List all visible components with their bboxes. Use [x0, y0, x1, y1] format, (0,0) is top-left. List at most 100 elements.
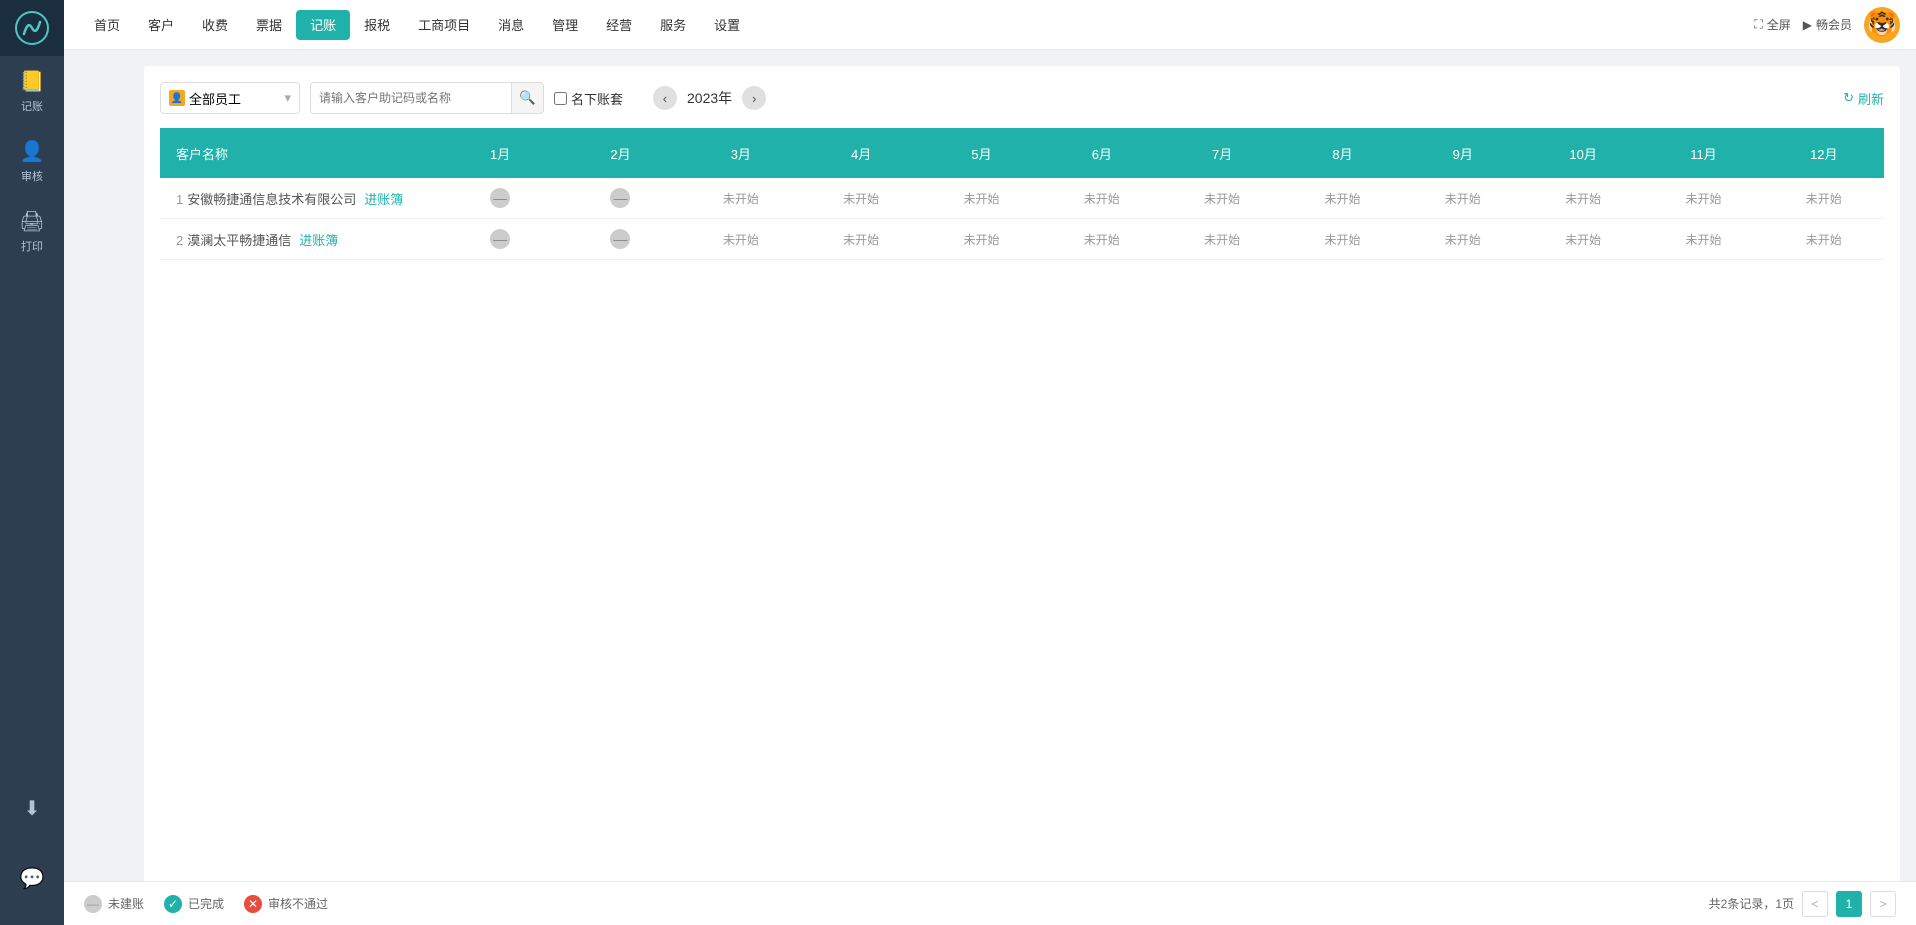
month-cell-10: 未开始	[1523, 219, 1643, 260]
enter-ledger-link[interactable]: 进账簿	[364, 192, 403, 207]
month-cell-7: 未开始	[1162, 219, 1282, 260]
content-card: 👤 全部员工 ▾ 🔍 名下账套 ‹ 2023年 › ↻	[144, 66, 1900, 891]
accounts-table: 客户名称 1月 2月 3月 4月 5月 6月 7月 8月 9月 10月 11月 …	[160, 128, 1884, 260]
col-feb: 2月	[560, 128, 680, 178]
prev-year-button[interactable]: ‹	[653, 86, 677, 110]
sidebar-item-download[interactable]: ⬇	[0, 773, 64, 843]
nav-business[interactable]: 工商项目	[404, 0, 484, 50]
vip-label: 畅会员	[1816, 16, 1852, 33]
current-year: 2023年	[687, 88, 732, 108]
sidebar-item-audit[interactable]: 👤 审核	[0, 126, 64, 196]
status-not-started: 未开始	[1685, 233, 1721, 247]
sidebar-item-bookkeeping[interactable]: 📒 记账	[0, 56, 64, 126]
refresh-icon: ↻	[1843, 90, 1854, 106]
year-navigation: ‹ 2023年 ›	[653, 86, 766, 110]
mine-label: 名下账套	[571, 89, 623, 108]
pagination-total: 共2条记录，1页	[1709, 895, 1794, 912]
nav-customer[interactable]: 客户	[134, 0, 188, 50]
page-1-button[interactable]: 1	[1836, 891, 1862, 917]
table-header-row: 客户名称 1月 2月 3月 4月 5月 6月 7月 8月 9月 10月 11月 …	[160, 128, 1884, 178]
col-jan: 1月	[440, 128, 560, 178]
fullscreen-icon: ⛶	[1754, 17, 1762, 32]
status-not-started: 未开始	[1084, 233, 1120, 247]
next-page-button[interactable]: >	[1870, 891, 1896, 917]
mine-checkbox[interactable]	[554, 92, 567, 105]
month-cell-11: 未开始	[1643, 178, 1763, 219]
vip-button[interactable]: ▶ 畅会员	[1803, 16, 1852, 33]
status-not-started: 未开始	[1565, 192, 1601, 206]
legend-not-built-label: 未建账	[108, 895, 144, 912]
nav-settings[interactable]: 设置	[700, 0, 754, 50]
col-may: 5月	[921, 128, 1041, 178]
legend-rejected-label: 审核不通过	[268, 895, 328, 912]
legend-dot-red: ✕	[244, 895, 262, 913]
fullscreen-button[interactable]: ⛶ 全屏	[1754, 16, 1790, 33]
search-field[interactable]: 🔍	[310, 82, 544, 114]
enter-ledger-link[interactable]: 进账簿	[299, 233, 338, 248]
legend-completed-label: 已完成	[188, 895, 224, 912]
current-month-highlight: 2月	[605, 138, 635, 168]
nav-home[interactable]: 首页	[80, 0, 134, 50]
month-cell-8: 未开始	[1282, 178, 1402, 219]
month-cell-12: 未开始	[1764, 178, 1884, 219]
legend-rejected: ✕ 审核不通过	[244, 895, 328, 913]
mine-checkbox-label[interactable]: 名下账套	[554, 89, 623, 108]
client-name-cell: 2漠澜太平畅捷通信进账簿	[160, 219, 440, 260]
col-nov: 11月	[1643, 128, 1763, 178]
status-dot-done: —	[610, 188, 630, 208]
sidebar-item-support[interactable]: 💬	[0, 843, 64, 913]
employee-select[interactable]: 👤 全部员工 ▾	[160, 82, 300, 114]
status-not-started: 未开始	[1685, 192, 1721, 206]
user-avatar[interactable]: 🐯	[1864, 7, 1900, 43]
nav-message[interactable]: 消息	[484, 0, 538, 50]
refresh-label: 刷新	[1858, 89, 1884, 108]
prev-page-button[interactable]: <	[1802, 891, 1828, 917]
download-icon: ⬇	[24, 796, 41, 821]
nav-service[interactable]: 服务	[646, 0, 700, 50]
nav-invoice[interactable]: 票据	[242, 0, 296, 50]
status-not-started: 未开始	[1204, 192, 1240, 206]
legend-completed: ✓ 已完成	[164, 895, 224, 913]
sidebar-item-audit-label: 审核	[21, 168, 43, 184]
pagination: 共2条记录，1页 < 1 >	[1709, 891, 1896, 917]
print-icon: 🖨	[19, 209, 44, 234]
employee-select-icon: 👤	[169, 90, 185, 106]
month-cell-6: 未开始	[1042, 219, 1162, 260]
refresh-button[interactable]: ↻ 刷新	[1843, 89, 1884, 108]
app-logo	[0, 0, 64, 56]
col-oct: 10月	[1523, 128, 1643, 178]
toolbar: 👤 全部员工 ▾ 🔍 名下账套 ‹ 2023年 › ↻	[160, 82, 1884, 114]
chevron-down-icon: ▾	[284, 90, 291, 106]
nav-bookkeeping[interactable]: 记账	[296, 10, 350, 40]
status-not-started: 未开始	[1806, 192, 1842, 206]
month-cell-11: 未开始	[1643, 219, 1763, 260]
sidebar: 📒 记账 👤 审核 🖨 打印 ⬇ 💬	[0, 0, 64, 925]
search-button[interactable]: 🔍	[511, 82, 543, 114]
nav-billing[interactable]: 收费	[188, 0, 242, 50]
footer: — 未建账 ✓ 已完成 ✕ 审核不通过 共2条记录，1页 < 1 >	[64, 881, 1916, 925]
status-not-started: 未开始	[843, 192, 879, 206]
search-input[interactable]	[311, 91, 511, 105]
status-not-started: 未开始	[1806, 233, 1842, 247]
client-name-cell: 1安徽畅捷通信息技术有限公司进账簿	[160, 178, 440, 219]
next-year-button[interactable]: ›	[742, 86, 766, 110]
main-content: 👤 全部员工 ▾ 🔍 名下账套 ‹ 2023年 › ↻	[128, 50, 1916, 925]
nav-manage[interactable]: 管理	[538, 0, 592, 50]
col-jul: 7月	[1162, 128, 1282, 178]
status-not-started: 未开始	[1445, 192, 1481, 206]
month-cell-9: 未开始	[1403, 219, 1523, 260]
support-icon: 💬	[20, 866, 45, 891]
legend-not-built: — 未建账	[84, 895, 144, 913]
legend-dot-gray: —	[84, 895, 102, 913]
col-apr: 4月	[801, 128, 921, 178]
status-not-started: 未开始	[1324, 233, 1360, 247]
sidebar-item-print-label: 打印	[21, 238, 43, 254]
vip-icon: ▶	[1803, 18, 1812, 32]
employee-select-label: 全部员工	[189, 89, 241, 108]
row-index: 1	[176, 192, 183, 207]
status-not-started: 未开始	[963, 192, 999, 206]
nav-tax[interactable]: 报税	[350, 0, 404, 50]
col-sep: 9月	[1403, 128, 1523, 178]
sidebar-item-print[interactable]: 🖨 打印	[0, 196, 64, 266]
nav-operation[interactable]: 经营	[592, 0, 646, 50]
